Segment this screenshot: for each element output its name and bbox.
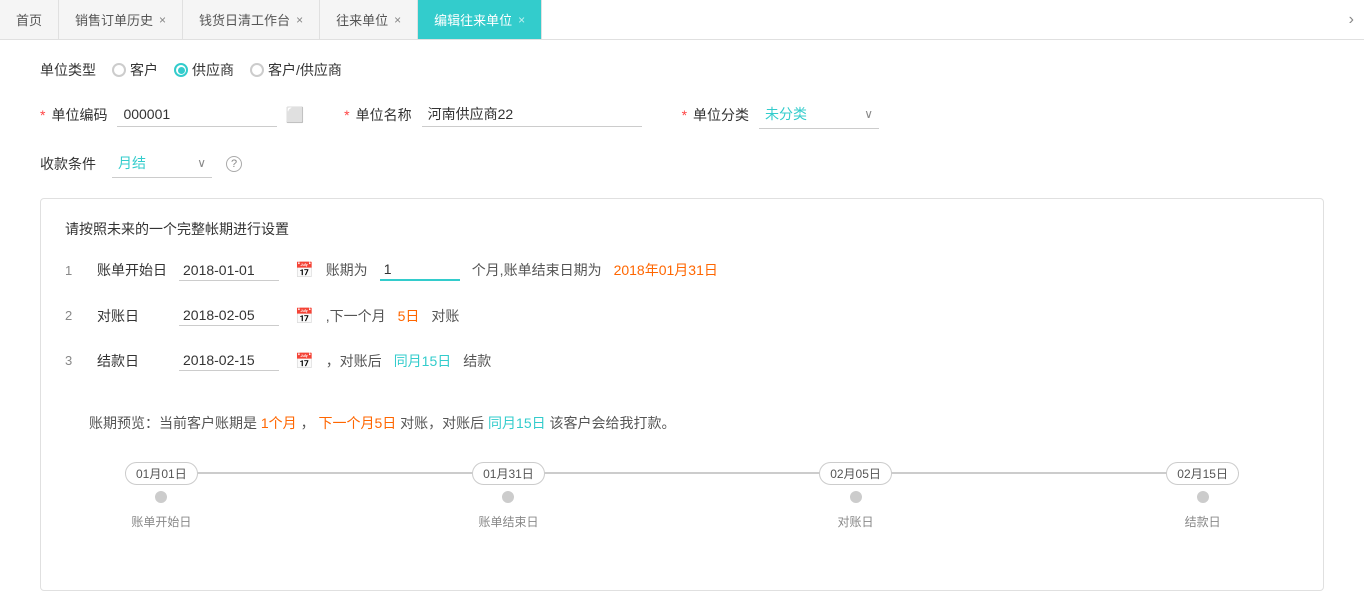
main-content: 单位类型 客户 供应商 客户/供应商 * 单位编码 ⬜ * 单位名称 [0,40,1364,611]
tab-edit-partner[interactable]: 编辑往来单位 × [418,0,542,39]
settlement-date-input[interactable] [179,350,279,371]
copy-icon[interactable]: ⬜ [285,106,304,124]
timeline-point-4: 02月15日 结款日 [1166,462,1239,530]
tab-close-partner-list[interactable]: × [394,13,401,27]
timeline-badge-1: 01月01日 [125,462,198,485]
timeline-badge-2: 01月31日 [472,462,545,485]
preview-part2: ， [301,415,315,431]
unit-code-group: * 单位编码 ⬜ [40,102,304,127]
period-num-1: 1 [65,263,85,278]
tab-sales-history[interactable]: 销售订单历史 × [59,0,183,39]
period-row-2: 2 对账日 📅 ,下一个月 5日对账 [65,305,1299,326]
tab-close-sales-history[interactable]: × [159,13,166,27]
period-num-3: 3 [65,353,85,368]
preview-prefix: 账期预览：当前客户账期是 [89,415,257,431]
preview-part5: 同月15日 [488,415,546,431]
start-date-input[interactable] [179,260,279,281]
timeline-badge-3: 02月05日 [819,462,892,485]
timeline-point-2: 01月31日 账单结束日 [472,462,545,530]
radio-label-both: 客户/供应商 [268,60,342,80]
unit-name-input[interactable] [422,102,642,127]
unit-name-group: * 单位名称 [344,102,641,127]
period-num-2: 2 [65,308,85,323]
months-input[interactable] [380,259,460,281]
period-row-3: 3 结款日 📅 ，对账后同月15日结款 [65,350,1299,371]
unit-type-radio-group: 客户 供应商 客户/供应商 [112,60,342,80]
preview-section: 账期预览：当前客户账期是 1个月 ， 下一个月5日 对账，对账后 同月15日 该… [65,395,1299,452]
period-months-unit: 个月,账单结束日期为 [472,260,602,280]
help-icon[interactable]: ? [226,156,242,172]
radio-circle-supplier [174,63,188,77]
payment-terms-label: 收款条件 [40,154,96,174]
timeline: 01月01日 账单开始日 01月31日 账单结束日 02月05日 对账日 [65,452,1299,570]
tab-home[interactable]: 首页 [0,0,59,39]
statement-day-highlight: 5日 [398,306,420,326]
tab-close-daily-clear[interactable]: × [296,13,303,27]
settlement-date-calendar-icon[interactable]: 📅 [295,352,314,370]
period-row-1: 1 账单开始日 📅 账期为 个月,账单结束日期为 2018年01月31日 [65,259,1299,281]
tab-close-edit-partner[interactable]: × [518,13,525,27]
payment-terms-value: 月结 [118,153,191,173]
unit-category-value: 未分类 [765,104,858,124]
timeline-points: 01月01日 账单开始日 01月31日 账单结束日 02月05日 对账日 [125,462,1239,530]
unit-code-input[interactable] [117,102,277,127]
payment-terms-row: 收款条件 月结 ∨ ? [40,149,1324,178]
period-label-1: 账单开始日 [97,260,167,280]
radio-circle-customer [112,63,126,77]
statement-desc-prefix: ,下一个月 [326,306,386,326]
timeline-dot-4 [1197,491,1209,503]
unit-category-group: * 单位分类 未分类 ∨ [682,100,879,129]
unit-code-label: 单位编码 [51,105,107,125]
radio-supplier[interactable]: 供应商 [174,60,234,80]
settlement-desc-suffix: 结款 [463,351,491,371]
section-title: 请按照未来的一个完整帐期进行设置 [65,219,1299,239]
timeline-sublabel-2: 账单结束日 [478,513,538,530]
payment-terms-chevron-icon: ∨ [197,156,206,170]
tab-bar: 首页 销售订单历史 × 钱货日清工作台 × 往来单位 × 编辑往来单位 × › [0,0,1364,40]
unit-category-chevron-icon: ∨ [864,107,873,121]
unit-info-row: * 单位编码 ⬜ * 单位名称 * 单位分类 未分类 ∨ [40,100,1324,129]
statement-date-input[interactable] [179,305,279,326]
payment-terms-select[interactable]: 月结 ∨ [112,149,212,178]
preview-part1: 1个月 [261,415,297,431]
unit-name-label: 单位名称 [356,105,412,125]
preview-part3: 下一个月5日 [318,415,396,431]
timeline-badge-4: 02月15日 [1166,462,1239,485]
statement-desc-suffix: 对账 [431,306,459,326]
timeline-dot-1 [155,491,167,503]
statement-date-calendar-icon[interactable]: 📅 [295,307,314,325]
tab-more-button[interactable]: › [1339,0,1364,39]
unit-code-star: * [40,107,45,123]
unit-category-star: * [682,107,687,123]
period-label-2: 对账日 [97,306,167,326]
radio-both[interactable]: 客户/供应商 [250,60,342,80]
period-end-date: 2018年01月31日 [614,260,718,280]
period-mid-label: 账期为 [326,260,368,280]
unit-category-label: 单位分类 [693,105,749,125]
preview-part4: 对账，对账后 [400,415,484,431]
timeline-sublabel-3: 对账日 [838,513,874,530]
tab-daily-clear[interactable]: 钱货日清工作台 × [183,0,320,39]
unit-name-star: * [344,107,349,123]
radio-label-customer: 客户 [130,60,158,80]
tab-partner-list[interactable]: 往来单位 × [320,0,418,39]
timeline-point-1: 01月01日 账单开始日 [125,462,198,530]
timeline-point-3: 02月05日 对账日 [819,462,892,530]
radio-customer[interactable]: 客户 [112,60,158,80]
period-label-3: 结款日 [97,351,167,371]
unit-category-select[interactable]: 未分类 ∨ [759,100,879,129]
settlement-desc-prefix: ，对账后 [326,351,382,371]
radio-circle-both [250,63,264,77]
preview-part6: 该客户会给我打款。 [550,415,676,431]
unit-type-row: 单位类型 客户 供应商 客户/供应商 [40,60,1324,80]
start-date-calendar-icon[interactable]: 📅 [295,261,314,279]
period-section-box: 请按照未来的一个完整帐期进行设置 1 账单开始日 📅 账期为 个月,账单结束日期… [40,198,1324,591]
settlement-day-highlight: 同月15日 [394,351,452,371]
timeline-sublabel-1: 账单开始日 [131,513,191,530]
radio-label-supplier: 供应商 [192,60,234,80]
timeline-sublabel-4: 结款日 [1185,513,1221,530]
timeline-dot-2 [502,491,514,503]
timeline-dot-3 [850,491,862,503]
unit-type-label: 单位类型 [40,60,96,80]
